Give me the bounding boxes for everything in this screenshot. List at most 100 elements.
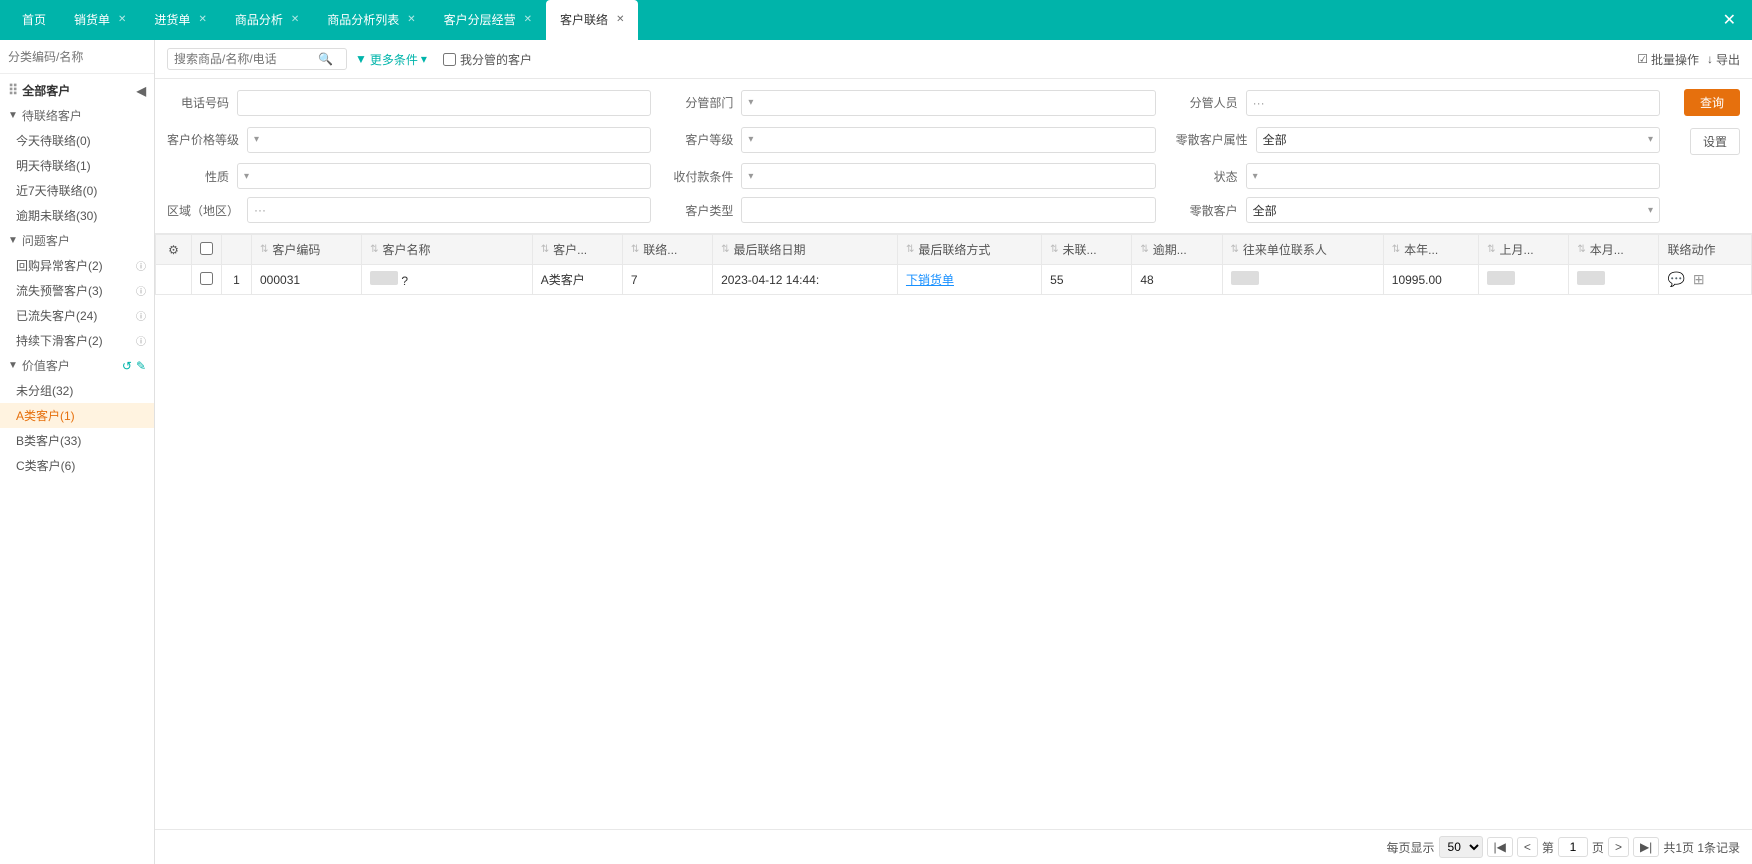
filter-customer-type-input[interactable] — [741, 197, 1155, 223]
nav-tab-salebill[interactable]: 销货单 ✕ — [60, 0, 140, 40]
filter-nature-input[interactable]: ▾ — [237, 163, 651, 189]
filter-cell-customer-level: 客户等级 ▾ — [671, 127, 1155, 153]
td-last-month — [1479, 265, 1569, 295]
filter-status-input[interactable]: ▾ — [1246, 163, 1660, 189]
prev-page-button[interactable]: < — [1517, 837, 1538, 857]
sort-code-icon[interactable]: ⇅ — [260, 244, 268, 255]
filter-dept-input[interactable]: ▾ — [741, 90, 1155, 116]
sort-lastmethod-icon[interactable]: ⇅ — [906, 244, 914, 255]
my-customers-checkbox[interactable] — [443, 53, 456, 66]
grid-action-icon[interactable]: ⊞ — [1693, 271, 1705, 288]
nav-tab-customer-contact[interactable]: 客户联络 ✕ — [546, 0, 638, 40]
nav-tab-product-list[interactable]: 商品分析列表 ✕ — [313, 0, 429, 40]
sort-type-icon[interactable]: ⇅ — [541, 244, 549, 255]
sort-name-icon[interactable]: ⇅ — [370, 244, 378, 255]
th-settings[interactable]: ⚙ — [156, 235, 192, 265]
section-arrow-pending: ▼ — [8, 110, 18, 121]
edit-icon-value[interactable]: ✎ — [136, 359, 146, 373]
sidebar-section-pending[interactable]: ▼ 待联络客户 — [0, 103, 154, 128]
filter-row-4: 区域（地区） ··· 客户类型 零散客户 全部 ▾ — [167, 193, 1740, 227]
sidebar-item-today[interactable]: 今天待联络(0) — [0, 128, 154, 153]
next-page-button[interactable]: > — [1608, 837, 1629, 857]
sidebar-item-overdue[interactable]: 逾期未联络(30) — [0, 203, 154, 228]
sidebar-item-repurchase-abnormal[interactable]: 回购异常客户(2) ⓘ — [0, 253, 154, 278]
nav-tab-purchasebill[interactable]: 进货单 ✕ — [140, 0, 220, 40]
filter-price-level-input[interactable]: ▾ — [247, 127, 651, 153]
sidebar-item-class-c[interactable]: C类客户(6) — [0, 453, 154, 478]
th-last-date: ⇅ 最后联络日期 — [713, 235, 898, 265]
th-this-month: ⇅ 本月... — [1569, 235, 1659, 265]
info-icon-declining: ⓘ — [136, 333, 146, 348]
chevron-nature-icon: ▾ — [244, 171, 249, 182]
sort-thismonth-icon[interactable]: ⇅ — [1577, 244, 1585, 255]
page-size-select[interactable]: 50 — [1439, 836, 1483, 858]
close-purchasebill-icon[interactable]: ✕ — [198, 0, 206, 40]
sort-lastdate-icon[interactable]: ⇅ — [721, 244, 729, 255]
main-search-input[interactable] — [174, 52, 314, 66]
filter-payment-input[interactable]: ▾ — [741, 163, 1155, 189]
advanced-filters: 电话号码 分管部门 ▾ 分管人员 ··· 查询 — [155, 79, 1752, 234]
sidebar-section-value[interactable]: ▼ 价值客户 ↺ ✎ — [0, 353, 154, 378]
sort-thisyear-icon[interactable]: ⇅ — [1392, 244, 1400, 255]
refresh-icon-value[interactable]: ↺ — [122, 359, 132, 373]
close-product-list-icon[interactable]: ✕ — [407, 0, 415, 40]
filter-region-input[interactable]: ··· — [247, 197, 651, 223]
close-customer-tier-icon[interactable]: ✕ — [524, 0, 532, 40]
bottom-bar: 每页显示 50 |◀ < 第 页 > ▶| 共1页 1条记录 — [155, 829, 1752, 864]
sort-lastmonth-icon[interactable]: ⇅ — [1487, 244, 1495, 255]
sort-overdue-icon[interactable]: ⇅ — [1140, 244, 1148, 255]
close-salebill-icon[interactable]: ✕ — [118, 0, 126, 40]
sidebar-section-problem[interactable]: ▼ 问题客户 — [0, 228, 154, 253]
sort-contacts-icon[interactable]: ⇅ — [631, 244, 639, 255]
settings-gear-icon[interactable]: ⚙ — [168, 243, 179, 257]
first-page-button[interactable]: |◀ — [1487, 837, 1513, 857]
window-close-button[interactable]: ✕ — [1715, 10, 1744, 30]
sidebar-item-class-a[interactable]: A类客户(1) — [0, 403, 154, 428]
select-all-checkbox[interactable] — [200, 242, 213, 255]
th-action: 联络动作 — [1659, 235, 1752, 265]
td-unit-contacts — [1222, 265, 1383, 295]
current-page-input[interactable] — [1558, 837, 1588, 857]
filter-query-col: 查询 — [1660, 89, 1740, 116]
dots-region-icon: ··· — [254, 203, 266, 217]
nav-tab-customer-tier[interactable]: 客户分层经营 ✕ — [430, 0, 546, 40]
td-name[interactable]: ? — [362, 265, 533, 295]
sidebar-item-declining[interactable]: 持续下滑客户(2) ⓘ — [0, 328, 154, 353]
last-method-link[interactable]: 下销货单 — [906, 273, 954, 287]
export-button[interactable]: ↓ 导出 — [1707, 51, 1740, 68]
close-customer-contact-icon[interactable]: ✕ — [616, 0, 624, 40]
sort-unitcontacts-icon[interactable]: ⇅ — [1231, 244, 1239, 255]
sidebar-item-churn-warning[interactable]: 流失预警客户(3) ⓘ — [0, 278, 154, 303]
th-contacts: ⇅ 联络... — [622, 235, 712, 265]
sidebar-item-class-b[interactable]: B类客户(33) — [0, 428, 154, 453]
nav-tab-product-analysis[interactable]: 商品分析 ✕ — [221, 0, 313, 40]
chevron-payment-icon: ▾ — [748, 171, 753, 182]
sidebar-item-7days[interactable]: 近7天待联络(0) — [0, 178, 154, 203]
sidebar-search-input[interactable] — [8, 50, 155, 64]
sidebar-item-tomorrow[interactable]: 明天待联络(1) — [0, 153, 154, 178]
sidebar-all-customers-label[interactable]: 全部客户 — [22, 82, 70, 99]
more-filters-button[interactable]: ▼ 更多条件 ▾ — [355, 51, 427, 68]
filter-phone-input[interactable] — [237, 90, 651, 116]
sidebar-collapse-icon[interactable]: ◀ — [137, 84, 146, 98]
filter-customer-level-input[interactable]: ▾ — [741, 127, 1155, 153]
filter-scatter-attr-input[interactable]: 全部 ▾ — [1256, 127, 1660, 153]
close-product-analysis-icon[interactable]: ✕ — [291, 0, 299, 40]
top-navigation: 首页 销货单 ✕ 进货单 ✕ 商品分析 ✕ 商品分析列表 ✕ 客户分层经营 ✕ … — [0, 0, 1752, 40]
last-page-button[interactable]: ▶| — [1633, 837, 1659, 857]
sidebar-item-ungrouped[interactable]: 未分组(32) — [0, 378, 154, 403]
row-checkbox[interactable] — [200, 272, 213, 285]
settings-button[interactable]: 设置 — [1690, 128, 1740, 155]
filter-bar: 🔍 ▼ 更多条件 ▾ 我分管的客户 ☑ 批量操作 ↓ 导出 — [155, 40, 1752, 79]
sidebar-item-churned[interactable]: 已流失客户(24) ⓘ — [0, 303, 154, 328]
filter-person-input[interactable]: ··· — [1246, 90, 1660, 116]
nav-home[interactable]: 首页 — [8, 0, 60, 40]
filter-scatter-input[interactable]: 全部 ▾ — [1246, 197, 1660, 223]
main-search-icon[interactable]: 🔍 — [318, 52, 333, 66]
table-row: 1 000031 ? A类客户 7 2023-04-12 14:44: 下销货单… — [156, 265, 1752, 295]
query-button[interactable]: 查询 — [1684, 89, 1740, 116]
sort-notcontacted-icon[interactable]: ⇅ — [1050, 244, 1058, 255]
chat-action-icon[interactable]: 💬 — [1667, 271, 1684, 288]
td-checkbox — [192, 265, 222, 295]
batch-ops-button[interactable]: ☑ 批量操作 — [1637, 51, 1699, 68]
